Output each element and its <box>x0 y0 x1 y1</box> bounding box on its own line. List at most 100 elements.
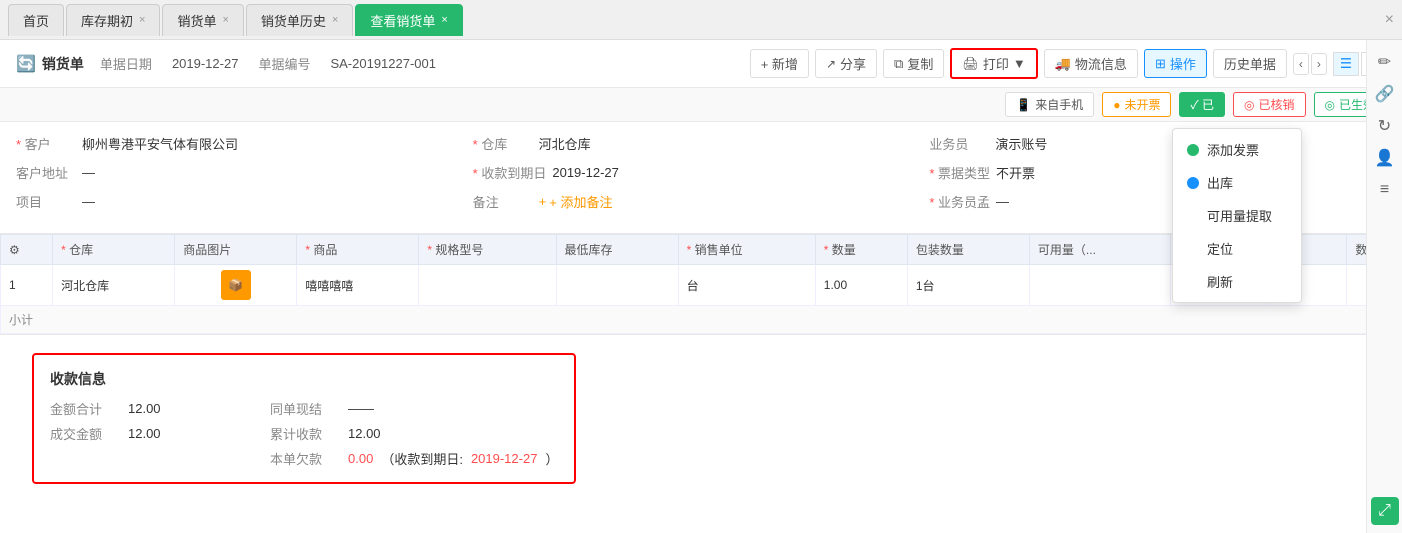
notes-label: 备注 <box>473 192 533 211</box>
add-invoice-dot <box>1187 144 1199 156</box>
row-pack-qty: 1台 <box>907 265 1029 306</box>
effective-icon: ◎ <box>1325 98 1335 112</box>
logistics-label: 物流信息 <box>1075 54 1127 73</box>
copy-label: 复制 <box>907 54 933 73</box>
salesperson-field: 业务员孟 — <box>929 192 1386 211</box>
doc-header: 🔄 销货单 单据日期 2019-12-27 单据编号 SA-20191227-0… <box>0 40 1402 88</box>
not-opened-label: 未开票 <box>1124 96 1160 113</box>
share-button[interactable]: ↗ 分享 <box>815 49 877 78</box>
doc-title-text: 销货单 <box>42 54 84 74</box>
main-content: 🔄 销货单 单据日期 2019-12-27 单据编号 SA-20191227-0… <box>0 40 1402 533</box>
payment-title: 收款信息 <box>50 369 558 389</box>
project-field: 项目 — <box>16 192 473 211</box>
operate-label: 操作 <box>1170 54 1196 73</box>
date-value: 2019-12-27 <box>172 56 239 71</box>
same-order-row: 同单现结 —— <box>270 399 558 418</box>
print-label: 打印 <box>983 54 1009 73</box>
add-notes-label: + 添加备注 <box>549 192 612 211</box>
sidebar-icon-link[interactable]: 🔗 <box>1371 80 1399 108</box>
tab-sales-history[interactable]: 销货单历史 × <box>246 4 353 36</box>
logistics-button[interactable]: 🚚 物流信息 <box>1044 49 1138 78</box>
sidebar-icon-person[interactable]: 👤 <box>1371 144 1399 172</box>
logistics-icon: 🚚 <box>1055 56 1071 72</box>
tab-inventory-init-label: 库存期初 <box>81 11 133 30</box>
tab-sales-order-close[interactable]: × <box>222 14 228 26</box>
payment-section: 收款信息 金额合计 12.00 同单现结 —— 成交金额 12.00 <box>32 353 576 484</box>
add-notes-button[interactable]: + + 添加备注 <box>539 192 613 211</box>
project-value: — <box>82 194 95 209</box>
col-settings[interactable]: ⚙ <box>1 235 53 265</box>
row-quantity: 1.00 <box>815 265 907 306</box>
ticket-type-value: 不开票 <box>996 163 1035 182</box>
tab-home[interactable]: 首页 <box>8 4 64 36</box>
tab-inventory-init-close[interactable]: × <box>139 14 145 26</box>
from-phone-icon: 📱 <box>1016 98 1031 112</box>
due-date-field: 收款到期日 2019-12-27 <box>473 163 930 182</box>
sidebar-icon-expand[interactable]: ⤢ <box>1371 497 1399 525</box>
not-opened-button[interactable]: ● 未开票 <box>1102 92 1171 117</box>
dropdown-menu: 添加发票 出库 可用量提取 定位 刷新 <box>1172 128 1302 303</box>
col-image: 商品图片 <box>175 235 297 265</box>
print-button[interactable]: 🖨 打印 ▼ <box>950 48 1037 79</box>
no-label: 单据编号 <box>258 54 310 73</box>
due-date-label: 收款到期日 <box>473 163 547 182</box>
doc-title-icon: 🔄 <box>16 54 36 74</box>
address-field: 客户地址 — <box>16 163 473 182</box>
total-received-row: 累计收款 12.00 <box>270 424 558 443</box>
subtotal-row: 小计 <box>1 306 1402 334</box>
operate-icon: ⊞ <box>1155 56 1166 72</box>
notes-field: 备注 + + 添加备注 <box>473 192 930 211</box>
warehouse-label: 仓库 <box>473 134 533 153</box>
confirm-button[interactable]: ✓ 已 <box>1179 92 1225 117</box>
project-label: 项目 <box>16 192 76 211</box>
col-available: 可用量（... <box>1029 235 1170 265</box>
tab-view-sales[interactable]: 查看销货单 × <box>355 4 462 36</box>
from-phone-button[interactable]: 📱 来自手机 <box>1005 92 1094 117</box>
sidebar-icon-edit[interactable]: ✏ <box>1371 48 1399 76</box>
sidebar-icon-list[interactable]: ≡ <box>1371 176 1399 204</box>
col-spec: * 规格型号 <box>419 235 556 265</box>
dropdown-refresh[interactable]: 刷新 <box>1173 265 1301 298</box>
from-phone-label: 来自手机 <box>1035 96 1083 113</box>
dropdown-outbound[interactable]: 出库 <box>1173 166 1301 199</box>
copy-icon: ⧉ <box>894 56 903 72</box>
row-available <box>1029 265 1170 306</box>
refresh-label: 刷新 <box>1207 272 1233 291</box>
row-unit: 台 <box>678 265 815 306</box>
add-invoice-label: 添加发票 <box>1207 140 1259 159</box>
total-received-label: 累计收款 <box>270 424 340 443</box>
sidebar-icon-refresh[interactable]: ↻ <box>1371 112 1399 140</box>
copy-button[interactable]: ⧉ 复制 <box>883 49 944 78</box>
operate-button[interactable]: ⊞ 操作 <box>1144 49 1207 78</box>
tab-inventory-init[interactable]: 库存期初 × <box>66 4 160 36</box>
tab-view-sales-close[interactable]: × <box>441 14 447 26</box>
doc-meta: 单据日期 2019-12-27 单据编号 SA-20191227-001 <box>100 54 436 73</box>
next-button[interactable]: › <box>1311 53 1327 75</box>
new-button[interactable]: + 新增 <box>750 49 809 78</box>
view-list-button[interactable]: ☰ <box>1333 52 1359 76</box>
cancelled-button[interactable]: ◎ 已核销 <box>1233 92 1306 117</box>
warehouse-value: 河北仓库 <box>539 134 591 153</box>
confirm-label: ✓ 已 <box>1190 96 1214 113</box>
address-value: — <box>82 165 95 180</box>
staff-value: 演示账号 <box>995 134 1047 153</box>
locate-label: 定位 <box>1207 239 1233 258</box>
row-index: 1 <box>1 265 53 306</box>
doc-title: 🔄 销货单 <box>16 54 84 74</box>
tab-view-sales-label: 查看销货单 <box>370 11 435 30</box>
due-date-value: 2019-12-27 <box>552 165 619 180</box>
tab-sales-history-close[interactable]: × <box>332 14 338 26</box>
window-close-button[interactable]: × <box>1385 11 1394 29</box>
dropdown-available-qty[interactable]: 可用量提取 <box>1173 199 1301 232</box>
dropdown-locate[interactable]: 定位 <box>1173 232 1301 265</box>
cancelled-icon: ◎ <box>1244 98 1254 112</box>
tab-sales-order[interactable]: 销货单 × <box>162 4 243 36</box>
history-button[interactable]: 历史单据 <box>1213 49 1287 78</box>
prev-button[interactable]: ‹ <box>1293 53 1309 75</box>
customer-label: 客户 <box>16 134 76 153</box>
not-opened-icon: ● <box>1113 98 1120 112</box>
warehouse-field: 仓库 河北仓库 <box>473 134 930 153</box>
share-label: 分享 <box>840 54 866 73</box>
balance-note: （收款到期日: <box>381 449 463 468</box>
dropdown-add-invoice[interactable]: 添加发票 <box>1173 133 1301 166</box>
